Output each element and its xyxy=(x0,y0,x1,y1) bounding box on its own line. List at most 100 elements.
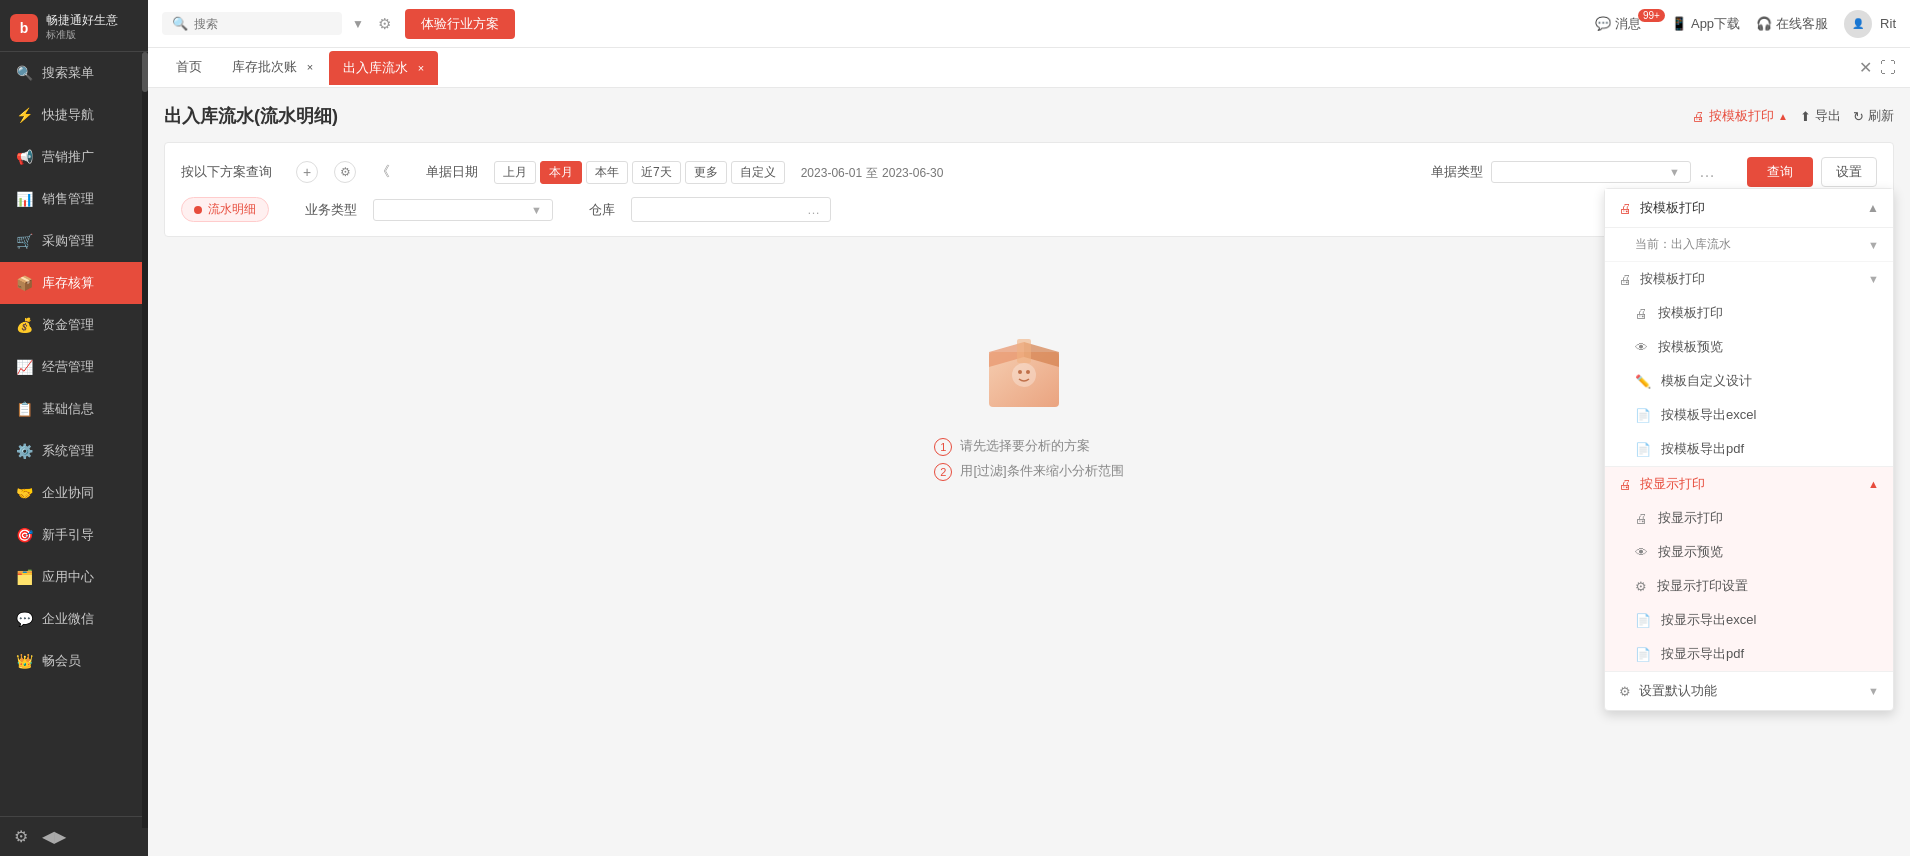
dropdown-header-label: 🖨 按模板打印 xyxy=(1619,199,1705,217)
settings-btn[interactable]: 设置 xyxy=(1821,157,1877,187)
sidebar-item-guide[interactable]: 🎯 新手引导 xyxy=(0,514,148,556)
wechat-icon: 💬 xyxy=(14,609,34,629)
sidebar-item-marketing[interactable]: 📢 营销推广 xyxy=(0,136,148,178)
sidebar-item-system[interactable]: ⚙️ 系统管理 xyxy=(0,430,148,472)
tab-home[interactable]: 首页 xyxy=(162,50,216,86)
date-btn-last-month[interactable]: 上月 xyxy=(494,161,536,184)
print-template-label: 按模板打印 xyxy=(1709,107,1774,125)
collapse-sidebar-icon[interactable]: ◀▶ xyxy=(42,827,66,846)
dropdown-footer[interactable]: ⚙ 设置默认功能 ▼ xyxy=(1605,672,1893,710)
sidebar-item-label: 销售管理 xyxy=(42,190,94,208)
date-btn-this-month[interactable]: 本月 xyxy=(540,161,582,184)
sidebar-item-basic[interactable]: 📋 基础信息 xyxy=(0,388,148,430)
industry-btn[interactable]: 体验行业方案 xyxy=(405,9,515,39)
sidebar-item-label: 企业协同 xyxy=(42,484,94,502)
print-dropdown-panel: 🖨 按模板打印 ▲ 当前：出入库流水 ▼ 🖨 按模板打印 ▼ xyxy=(1604,188,1894,711)
topbar-right: 💬 消息 99+ 📱 App下载 🎧 在线客服 👤 Rit xyxy=(1595,10,1896,38)
sidebar-item-label: 经营管理 xyxy=(42,358,94,376)
tab-batch[interactable]: 库存批次账 × xyxy=(218,50,327,86)
sidebar-item-shortcuts[interactable]: ⚡ 快捷导航 xyxy=(0,94,148,136)
headset-icon: 🎧 xyxy=(1756,16,1772,31)
messages-btn[interactable]: 💬 消息 99+ xyxy=(1595,15,1655,33)
basic-icon: 📋 xyxy=(14,399,34,419)
footer-chevron: ▼ xyxy=(1868,685,1879,697)
app-download-btn[interactable]: 📱 App下载 xyxy=(1671,15,1740,33)
display-section-header[interactable]: 🖨 按显示打印 ▲ xyxy=(1605,467,1893,501)
export-pdf-display-item[interactable]: 📄 按显示导出pdf xyxy=(1605,637,1893,671)
settings-display-item[interactable]: ⚙ 按显示打印设置 xyxy=(1605,569,1893,603)
topbar: 🔍 ▼ ⚙ 体验行业方案 💬 消息 99+ 📱 App下载 🎧 在线客服 👤 xyxy=(148,0,1910,48)
user-profile-btn[interactable]: 👤 Rit xyxy=(1844,10,1896,38)
search-box[interactable]: 🔍 xyxy=(162,12,342,35)
sidebar-item-operations[interactable]: 📈 经营管理 xyxy=(0,346,148,388)
dropdown-header-chevron[interactable]: ▲ xyxy=(1867,201,1879,215)
tab-flow-close[interactable]: × xyxy=(418,62,424,74)
active-filter-tag[interactable]: 流水明细 xyxy=(181,197,269,222)
tabs-bar: 首页 库存批次账 × 出入库流水 × ✕ ⛶ xyxy=(148,48,1910,88)
sidebar-item-finance[interactable]: 💰 资金管理 xyxy=(0,304,148,346)
warehouse-select[interactable]: … xyxy=(631,197,831,222)
tab-batch-close[interactable]: × xyxy=(307,61,313,73)
date-btn-custom[interactable]: 自定义 xyxy=(731,161,785,184)
search-input[interactable] xyxy=(194,17,314,31)
filter-dot xyxy=(194,206,202,214)
warehouse-ellipsis[interactable]: … xyxy=(807,202,820,217)
template-section-chevron: ▼ xyxy=(1868,273,1879,285)
step-2-num: 2 xyxy=(934,463,952,481)
date-btn-more[interactable]: 更多 xyxy=(685,161,727,184)
excel-display-icon: 📄 xyxy=(1635,613,1651,628)
maximize-tab-btn[interactable]: ⛶ xyxy=(1880,59,1896,77)
sidebar-item-member[interactable]: 👑 畅会员 xyxy=(0,640,148,682)
sidebar-item-apps[interactable]: 🗂️ 应用中心 xyxy=(0,556,148,598)
print-template-item[interactable]: 🖨 按模板打印 xyxy=(1605,296,1893,330)
design-template-item[interactable]: ✏️ 模板自定义设计 xyxy=(1605,364,1893,398)
chevron-down-icon: ▼ xyxy=(531,204,542,216)
export-icon: ⬆ xyxy=(1800,109,1811,124)
sidebar-item-search[interactable]: 🔍 搜索菜单 xyxy=(0,52,148,94)
tab-flow[interactable]: 出入库流水 × xyxy=(329,51,438,85)
export-excel-display-item[interactable]: 📄 按显示导出excel xyxy=(1605,603,1893,637)
settings-icon[interactable]: ⚙ xyxy=(378,15,391,33)
search-dropdown-icon[interactable]: ▼ xyxy=(352,17,364,31)
online-service-btn[interactable]: 🎧 在线客服 xyxy=(1756,15,1828,33)
doc-type-ellipsis[interactable]: … xyxy=(1699,163,1715,181)
biz-type-select[interactable]: ▼ xyxy=(373,199,553,221)
sidebar-item-wechat[interactable]: 💬 企业微信 xyxy=(0,598,148,640)
filter-settings-btn[interactable]: ⚙ xyxy=(334,161,356,183)
refresh-btn[interactable]: ↻ 刷新 xyxy=(1853,107,1894,125)
current-chevron[interactable]: ▼ xyxy=(1868,239,1879,251)
settings-bottom-icon[interactable]: ⚙ xyxy=(14,827,28,846)
current-label: 当前：出入库流水 xyxy=(1635,236,1731,253)
sidebar-item-cooperation[interactable]: 🤝 企业协同 xyxy=(0,472,148,514)
doc-type-select[interactable]: ▼ xyxy=(1491,161,1691,183)
export-label: 导出 xyxy=(1815,107,1841,125)
template-section-header[interactable]: 🖨 按模板打印 ▼ xyxy=(1605,262,1893,296)
system-icon: ⚙️ xyxy=(14,441,34,461)
export-excel-template-item[interactable]: 📄 按模板导出excel xyxy=(1605,398,1893,432)
export-btn[interactable]: ⬆ 导出 xyxy=(1800,107,1841,125)
print-display-item[interactable]: 🖨 按显示打印 xyxy=(1605,501,1893,535)
display-section: 🖨 按显示打印 ▲ 🖨 按显示打印 👁 按显示预览 ⚙ 按显示打印设置 xyxy=(1605,467,1893,672)
print-item-icon: 🖨 xyxy=(1635,306,1648,321)
date-btn-this-year[interactable]: 本年 xyxy=(586,161,628,184)
close-tab-btn[interactable]: ✕ xyxy=(1859,58,1872,77)
export-pdf-display-label: 按显示导出pdf xyxy=(1661,645,1744,663)
sidebar-item-inventory[interactable]: 📦 库存核算 xyxy=(0,262,148,304)
sidebar-item-sales[interactable]: 📊 销售管理 xyxy=(0,178,148,220)
sidebar-nav: 🔍 搜索菜单 ⚡ 快捷导航 📢 营销推广 📊 销售管理 🛒 采购管理 📦 库存核… xyxy=(0,52,148,816)
display-section-icon: 🖨 xyxy=(1619,477,1632,492)
query-btn[interactable]: 查询 xyxy=(1747,157,1813,187)
type-label: 单据类型 xyxy=(1431,163,1483,181)
preview-template-item[interactable]: 👁 按模板预览 xyxy=(1605,330,1893,364)
dropdown-current-selection: 当前：出入库流水 ▼ xyxy=(1605,228,1893,262)
sidebar-item-label: 库存核算 xyxy=(42,274,94,292)
scroll-thumb[interactable] xyxy=(142,52,148,92)
excel-item-icon: 📄 xyxy=(1635,408,1651,423)
filter-collapse-btn[interactable]: 《 xyxy=(376,163,390,181)
sidebar-item-purchase[interactable]: 🛒 采购管理 xyxy=(0,220,148,262)
print-template-btn[interactable]: 🖨 按模板打印 ▲ xyxy=(1692,107,1788,125)
filter-add-btn[interactable]: + xyxy=(296,161,318,183)
date-btn-7days[interactable]: 近7天 xyxy=(632,161,681,184)
preview-display-item[interactable]: 👁 按显示预览 xyxy=(1605,535,1893,569)
export-pdf-template-item[interactable]: 📄 按模板导出pdf xyxy=(1605,432,1893,466)
